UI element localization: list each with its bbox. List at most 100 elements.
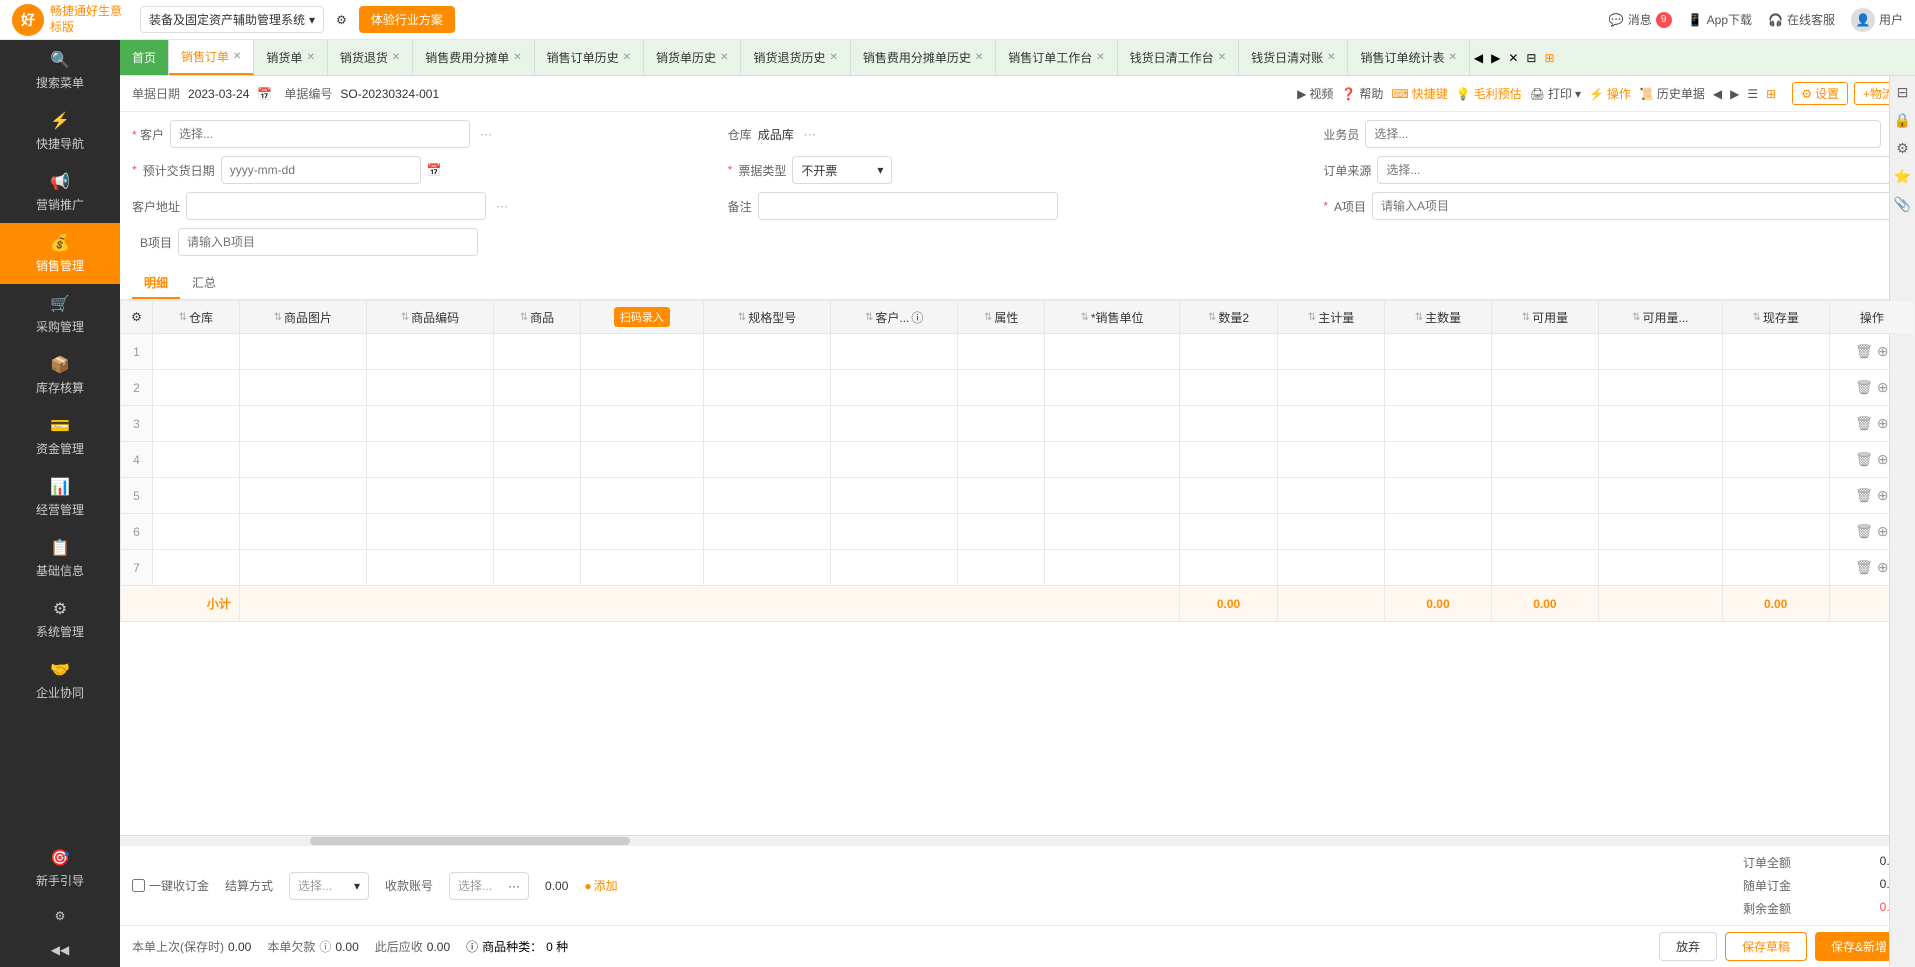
scan-btn[interactable]: 扫码录入 [614, 307, 670, 327]
layout-grid-btn[interactable]: ⊞ [1766, 87, 1776, 101]
sidebar-item-enterprise[interactable]: 🤝 企业协同 [0, 650, 120, 711]
col-available[interactable]: ⇅可用量 [1491, 301, 1598, 334]
copy-icon[interactable]: ⊕ [1877, 343, 1889, 360]
tab-reconcile[interactable]: 钱货日清对账 ✕ [1239, 40, 1348, 75]
help-btn[interactable]: ❓ 帮助 [1341, 85, 1383, 102]
col-main-unit[interactable]: ⇅主计量 [1278, 301, 1385, 334]
col-image[interactable]: ⇅商品图片 [239, 301, 366, 334]
quick-payment-check[interactable] [132, 879, 145, 892]
delete-icon[interactable]: 🗑 [1855, 451, 1873, 468]
copy-icon[interactable]: ⊕ [1877, 523, 1889, 540]
copy-icon[interactable]: ⊕ [1877, 487, 1889, 504]
tab-close-icon[interactable]: ✕ [306, 52, 314, 63]
col-stock[interactable]: ⇅现存量 [1722, 301, 1829, 334]
delete-icon[interactable]: 🗑 [1855, 415, 1873, 432]
tab-sales-order-history[interactable]: 销售订单历史 ✕ [535, 40, 644, 75]
tab-close-icon[interactable]: ✕ [1218, 52, 1226, 63]
tab-more-btn[interactable]: ✕ [1504, 51, 1522, 65]
nav-next-btn[interactable]: ▶ [1730, 87, 1739, 101]
tab-invoice-history[interactable]: 销货单历史 ✕ [644, 40, 741, 75]
tab-close-icon[interactable]: ✕ [975, 52, 983, 63]
right-panel-btn-3[interactable]: ⚙ [1891, 136, 1915, 160]
tab-close-icon[interactable]: ✕ [1327, 52, 1335, 63]
settings-panel-btn[interactable]: ⚙ 设置 [1792, 82, 1848, 105]
tab-sales-order[interactable]: 销售订单 ✕ [169, 40, 254, 75]
right-panel-btn-4[interactable]: ⭐ [1891, 164, 1915, 188]
tab-home[interactable]: 首页 [120, 40, 169, 75]
col-unit[interactable]: ⇅*销售单位 [1045, 301, 1180, 334]
app-download-btn[interactable]: 📱 App下载 [1688, 11, 1752, 28]
sidebar-item-purchase[interactable]: 🛒 采购管理 [0, 284, 120, 345]
copy-icon[interactable]: ⊕ [1877, 415, 1889, 432]
shortcut-btn[interactable]: ⌨ 快捷键 [1391, 85, 1447, 102]
tab-return-history[interactable]: 销货退货历史 ✕ [741, 40, 850, 75]
delete-icon[interactable]: 🗑 [1855, 343, 1873, 360]
tab-next-btn[interactable]: ▶ [1487, 51, 1504, 65]
system-title-btn[interactable]: 装备及固定资产辅助管理系统 ▾ [140, 6, 324, 33]
row-available[interactable] [1491, 334, 1598, 370]
tab-prev-btn[interactable]: ◀ [1470, 51, 1487, 65]
tab-close-icon[interactable]: ✕ [1096, 52, 1104, 63]
calendar-icon[interactable]: 📅 [257, 87, 272, 101]
quick-payment-checkbox[interactable]: 一键收订金 [132, 877, 209, 894]
settlement-select[interactable]: 选择... ▾ [289, 872, 369, 900]
sidebar-item-sales[interactable]: 💰 销售管理 [0, 223, 120, 284]
user-avatar[interactable]: 👤 用户 [1851, 8, 1903, 32]
row-attrs[interactable] [958, 334, 1045, 370]
layout-list-btn[interactable]: ☰ [1747, 87, 1758, 101]
sidebar-item-finance[interactable]: 💳 资金管理 [0, 406, 120, 467]
col-scan[interactable]: 扫码录入 [580, 301, 703, 334]
col-settings[interactable]: ⚙ [121, 301, 153, 334]
tab-close-icon[interactable]: ✕ [513, 52, 521, 63]
row-warehouse[interactable] [153, 334, 240, 370]
col-available2[interactable]: ⇅可用量... [1598, 301, 1722, 334]
tab-close-icon[interactable]: ✕ [623, 52, 631, 63]
row-stock[interactable] [1722, 334, 1829, 370]
sidebar-item-marketing[interactable]: 📢 营销推广 [0, 162, 120, 223]
row-unit[interactable] [1045, 334, 1180, 370]
history-btn[interactable]: 📜 历史单据 [1639, 85, 1705, 102]
row-image[interactable] [239, 334, 366, 370]
add-payment-btn[interactable]: ● 添加 [584, 877, 617, 894]
copy-icon[interactable]: ⊕ [1877, 559, 1889, 576]
sidebar-collapse-btn[interactable]: ◀◀ [0, 933, 120, 967]
tab-sales-fee[interactable]: 销售费用分摊单 ✕ [413, 40, 534, 75]
right-panel-btn-5[interactable]: 📎 [1891, 192, 1915, 216]
calendar-icon[interactable]: 📅 [427, 163, 442, 177]
sidebar-settings-btn[interactable]: ⚙ [0, 899, 120, 933]
tab-close-icon[interactable]: ✕ [829, 52, 837, 63]
delete-icon[interactable]: 🗑 [1855, 559, 1873, 576]
col-customer-code[interactable]: ⇅客户...ⓘ [831, 301, 958, 334]
row-main-unit[interactable] [1278, 334, 1385, 370]
row-spec[interactable] [703, 334, 830, 370]
table-scrollbar[interactable] [120, 835, 1915, 845]
right-panel-btn-1[interactable]: ⊟ [1891, 80, 1915, 104]
tab-close-icon[interactable]: ✕ [1449, 52, 1457, 63]
operation-btn[interactable]: ⚡ 操作 [1589, 85, 1631, 102]
col-attrs[interactable]: ⇅属性 [958, 301, 1045, 334]
online-service-btn[interactable]: 🎧 在线客服 [1768, 11, 1835, 28]
col-warehouse[interactable]: ⇅仓库 [153, 301, 240, 334]
account-select[interactable]: 选择... ··· [449, 872, 529, 900]
row-product[interactable] [494, 334, 581, 370]
tab-fee-history[interactable]: 销售费用分摊单历史 ✕ [851, 40, 996, 75]
right-panel-btn-2[interactable]: 🔒 [1891, 108, 1915, 132]
col-code[interactable]: ⇅商品编码 [366, 301, 493, 334]
staff-input[interactable] [1365, 120, 1881, 148]
discard-btn[interactable]: 放弃 [1659, 932, 1717, 961]
sidebar-item-nav[interactable]: ⚡ 快捷导航 [0, 101, 120, 162]
tab-order-workbench[interactable]: 销售订单工作台 ✕ [996, 40, 1117, 75]
row-customer-code[interactable] [831, 334, 958, 370]
print-btn[interactable]: 🖨 打印 ▾ [1530, 85, 1581, 102]
tab-sales-invoice[interactable]: 销货单 ✕ [254, 40, 327, 75]
col-qty2[interactable]: ⇅数量2 [1180, 301, 1278, 334]
tab-close-icon[interactable]: ✕ [720, 52, 728, 63]
profit-btn[interactable]: 💡 毛利预估 [1456, 85, 1522, 102]
order-source-input[interactable] [1377, 156, 1891, 184]
sidebar-item-basic-info[interactable]: 📋 基础信息 [0, 528, 120, 589]
preview-btn[interactable]: ▶ 视频 [1297, 85, 1333, 102]
tab-layout-btn[interactable]: ⊟ [1522, 51, 1540, 65]
invoice-type-select[interactable]: 不开票 ▾ [792, 156, 892, 184]
tab-close-icon[interactable]: ✕ [233, 51, 241, 62]
customer-more-btn[interactable]: ··· [480, 127, 492, 141]
